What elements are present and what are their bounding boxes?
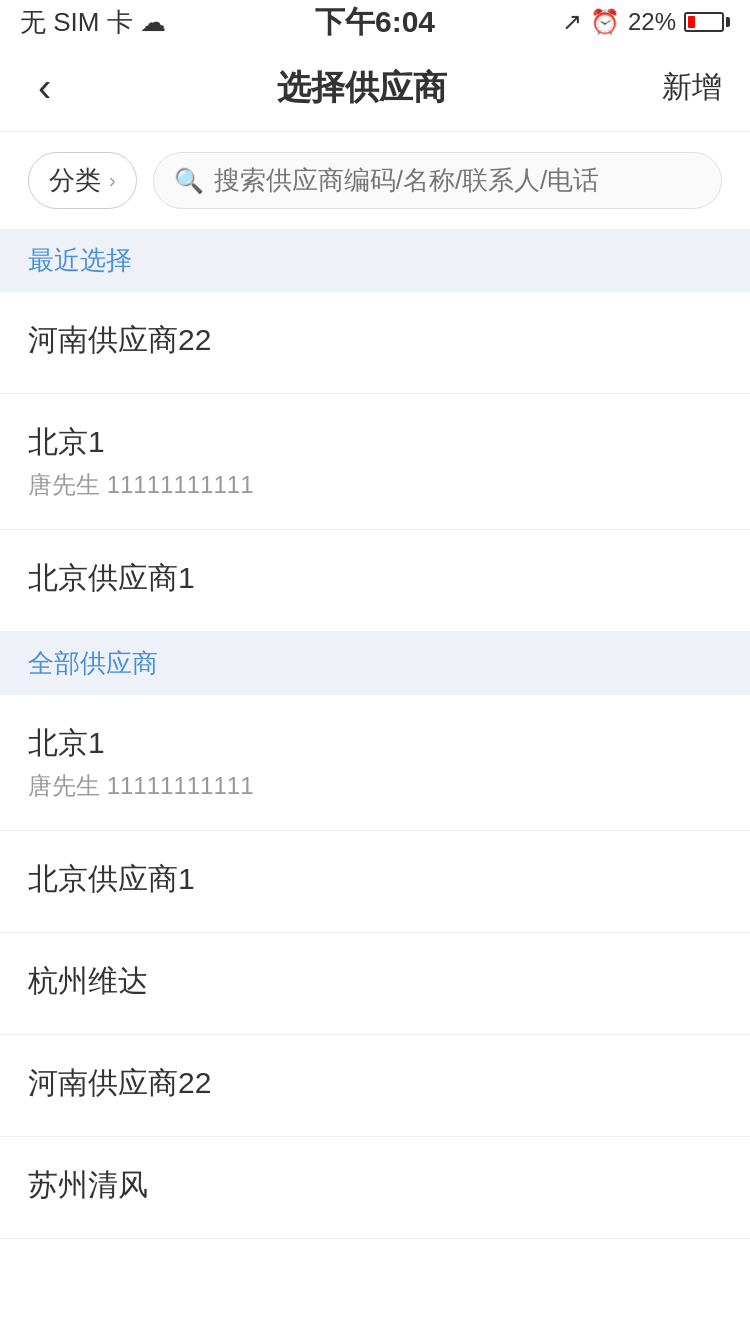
item-name: 河南供应商22 (28, 320, 722, 361)
list-item[interactable]: 杭州维达 (0, 933, 750, 1035)
list-item[interactable]: 苏州清风 (0, 1137, 750, 1239)
recent-section-header: 最近选择 (0, 229, 750, 292)
filter-bar: 分类 › 🔍 (0, 132, 750, 229)
battery-percent: 22% (628, 8, 676, 36)
chevron-right-icon: › (109, 169, 116, 192)
list-item[interactable]: 北京1 唐先生 11111111111 (0, 695, 750, 831)
list-item[interactable]: 河南供应商22 (0, 1035, 750, 1137)
list-item[interactable]: 北京供应商1 (0, 530, 750, 632)
page-title: 选择供应商 (277, 65, 447, 111)
status-right: ↗ ⏰ 22% (562, 8, 730, 36)
item-sub: 唐先生 11111111111 (28, 469, 722, 501)
list-item[interactable]: 北京供应商1 (0, 831, 750, 933)
recent-section-label: 最近选择 (28, 245, 132, 275)
item-name: 北京1 (28, 422, 722, 463)
all-list: 北京1 唐先生 11111111111 北京供应商1 杭州维达河南供应商22 苏州清风 (0, 695, 750, 1239)
list-item[interactable]: 河南供应商22 (0, 292, 750, 394)
list-item[interactable]: 北京1 唐先生 11111111111 (0, 394, 750, 530)
new-button[interactable]: 新增 (662, 67, 722, 108)
all-section-label: 全部供应商 (28, 648, 158, 678)
status-time: 下午6:04 (315, 2, 435, 43)
nav-bar: ‹ 选择供应商 新增 (0, 44, 750, 132)
sim-status: 无 SIM 卡 ☁ (20, 5, 166, 40)
category-filter[interactable]: 分类 › (28, 152, 137, 209)
item-name: 北京1 (28, 723, 722, 764)
search-icon: 🔍 (174, 167, 204, 195)
alarm-icon: ⏰ (590, 8, 620, 36)
item-name: 杭州维达 (28, 961, 722, 1002)
all-section-header: 全部供应商 (0, 632, 750, 695)
item-name: 北京供应商1 (28, 558, 722, 599)
search-box[interactable]: 🔍 (153, 152, 722, 209)
location-icon: ↗ (562, 8, 582, 36)
recent-list: 河南供应商22 北京1 唐先生 11111111111 北京供应商1 (0, 292, 750, 632)
category-label: 分类 (49, 163, 101, 198)
item-sub: 唐先生 11111111111 (28, 770, 722, 802)
battery-indicator (684, 12, 730, 32)
search-input[interactable] (214, 165, 701, 196)
item-name: 苏州清风 (28, 1165, 722, 1206)
status-bar: 无 SIM 卡 ☁ 下午6:04 ↗ ⏰ 22% (0, 0, 750, 44)
item-name: 河南供应商22 (28, 1063, 722, 1104)
back-button[interactable]: ‹ (28, 55, 61, 120)
status-left: 无 SIM 卡 ☁ (20, 5, 166, 40)
item-name: 北京供应商1 (28, 859, 722, 900)
